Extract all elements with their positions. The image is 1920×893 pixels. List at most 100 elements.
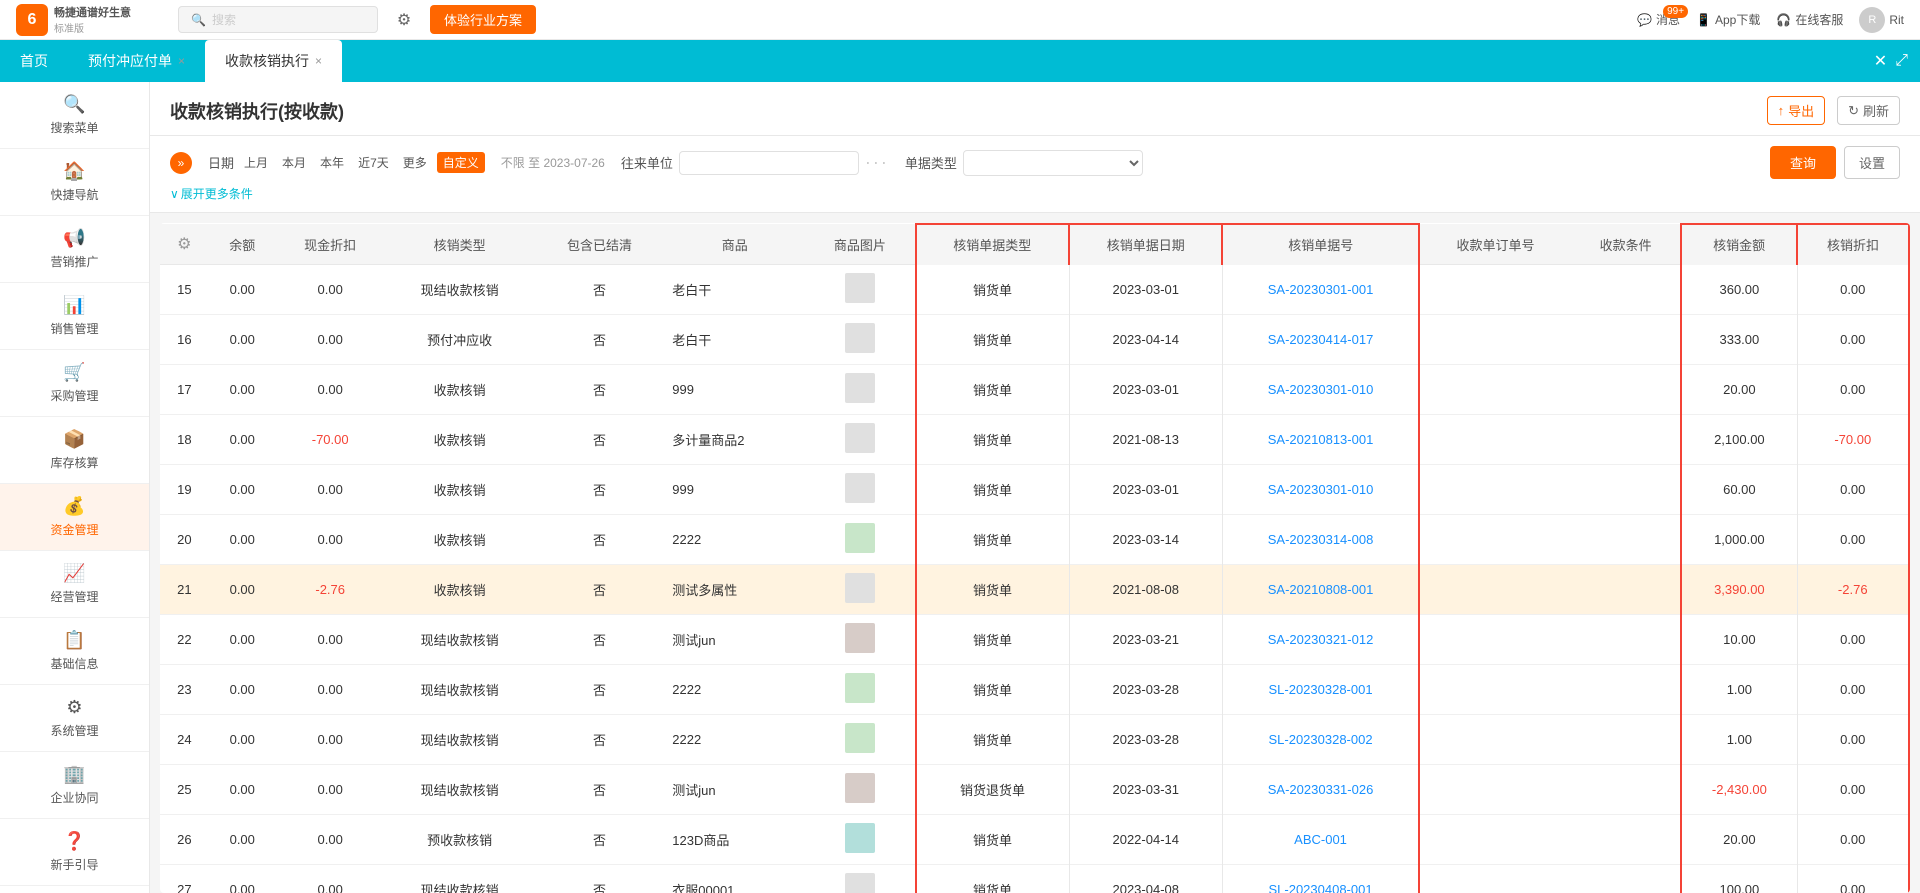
cell-bill-no[interactable]: SL-20230328-001 [1222, 665, 1419, 715]
sidebar-label-guide: 新手引导 [50, 856, 98, 873]
partner-label: 往来单位 [621, 153, 673, 172]
tab-prepay-close[interactable]: × [178, 54, 185, 68]
cell-bill-type: 销货单 [916, 515, 1069, 565]
cell-bill-no[interactable]: SA-20230301-010 [1222, 365, 1419, 415]
cell-bill-no[interactable]: SA-20230301-010 [1222, 465, 1419, 515]
sidebar-item-quick-nav[interactable]: 🏠 快捷导航 [0, 149, 149, 216]
sidebar-item-operations[interactable]: 📈 经营管理 [0, 551, 149, 618]
solution-button[interactable]: 体验行业方案 [430, 5, 536, 34]
th-settings[interactable]: ⚙ [160, 224, 209, 265]
cell-bill-date: 2023-03-28 [1069, 665, 1222, 715]
sidebar-item-purchase[interactable]: 🛒 采购管理 [0, 350, 149, 417]
cell-id: 15 [160, 265, 209, 315]
date-opt-7days[interactable]: 近7天 [354, 152, 393, 173]
tab-writeoff-close[interactable]: × [315, 54, 322, 68]
cell-condition [1571, 565, 1681, 615]
gear-button[interactable]: ⚙ [390, 6, 418, 34]
cell-order-no [1419, 515, 1571, 565]
filter-partner: 往来单位 ··· [621, 151, 889, 175]
app-download-button[interactable]: 📱 App下载 [1696, 11, 1760, 28]
date-opt-this-month[interactable]: 本月 [278, 152, 310, 173]
cell-settled: 否 [535, 615, 664, 665]
cell-condition [1571, 865, 1681, 893]
sidebar-item-corp[interactable]: 🏢 企业协同 [0, 752, 149, 819]
cell-type: 收款核销 [385, 365, 535, 415]
cell-bill-no[interactable]: SA-20230301-001 [1222, 265, 1419, 315]
sidebar-item-smart-hw[interactable]: 💻 智能硬件 [0, 886, 149, 893]
cell-id: 25 [160, 765, 209, 815]
cell-bill-no[interactable]: SA-20230414-017 [1222, 315, 1419, 365]
cell-discount: 0.00 [276, 615, 385, 665]
cell-bill-no[interactable]: SA-20230321-012 [1222, 615, 1419, 665]
partner-dots[interactable]: ··· [865, 152, 889, 173]
cell-order-no [1419, 715, 1571, 765]
search-icon: 🔍 [191, 13, 206, 27]
cell-writeoff-discount: 0.00 [1797, 365, 1909, 415]
home-icon: 🏠 [63, 161, 85, 182]
refresh-button[interactable]: ↻ 刷新 [1837, 96, 1900, 125]
partner-input[interactable] [679, 151, 859, 175]
logo-text: 畅捷通谱好生意 标准版 [54, 4, 131, 35]
cell-bill-no[interactable]: SA-20210813-001 [1222, 415, 1419, 465]
close-window-icon[interactable]: ✕ [1874, 51, 1887, 71]
sidebar-item-inventory[interactable]: 📦 库存核算 [0, 417, 149, 484]
sidebar-item-marketing[interactable]: 📢 营销推广 [0, 216, 149, 283]
table-body: 15 0.00 0.00 现结收款核销 否 老白干 销货单 2023-03-01… [160, 265, 1909, 893]
bill-type-select[interactable] [963, 150, 1143, 176]
cell-id: 24 [160, 715, 209, 765]
sidebar-item-basic-info[interactable]: 📋 基础信息 [0, 618, 149, 685]
date-opt-last-month[interactable]: 上月 [240, 152, 272, 173]
cell-order-no [1419, 465, 1571, 515]
cell-bill-no[interactable]: SL-20230408-001 [1222, 865, 1419, 893]
cell-product-img [805, 615, 915, 665]
cell-amount: 1.00 [1681, 715, 1797, 765]
cell-id: 18 [160, 415, 209, 465]
cell-id: 21 [160, 565, 209, 615]
cell-writeoff-discount: 0.00 [1797, 715, 1909, 765]
maximize-icon[interactable]: ⤢ [1895, 52, 1908, 70]
date-opt-more[interactable]: 更多 [399, 152, 431, 173]
cell-balance: 0.00 [209, 665, 276, 715]
cell-bill-no[interactable]: SL-20230328-002 [1222, 715, 1419, 765]
settings-button[interactable]: 设置 [1844, 146, 1900, 179]
cell-writeoff-discount: -70.00 [1797, 415, 1909, 465]
user-menu[interactable]: R Rit [1859, 7, 1904, 33]
table-row: 24 0.00 0.00 现结收款核销 否 2222 销货单 2023-03-2… [160, 715, 1909, 765]
tab-prepay[interactable]: 预付冲应付单 × [68, 40, 205, 82]
tab-writeoff[interactable]: 收款核销执行 × [205, 40, 342, 82]
cell-writeoff-discount: 0.00 [1797, 465, 1909, 515]
sidebar-item-search[interactable]: 🔍 搜索菜单 [0, 82, 149, 149]
cell-bill-no[interactable]: ABC-001 [1222, 815, 1419, 865]
sidebar-item-sales[interactable]: 📊 销售管理 [0, 283, 149, 350]
app-download-label: App下载 [1715, 11, 1760, 28]
tab-home[interactable]: 首页 [0, 40, 68, 82]
logo-sub: 标准版 [54, 20, 131, 35]
cell-product: 测试多属性 [664, 565, 805, 615]
cell-bill-type: 销货单 [916, 865, 1069, 893]
cell-bill-no[interactable]: SA-20210808-001 [1222, 565, 1419, 615]
query-button[interactable]: 查询 [1770, 146, 1836, 179]
date-opt-custom[interactable]: 自定义 [437, 152, 485, 173]
date-opt-this-year[interactable]: 本年 [316, 152, 348, 173]
sidebar-item-system[interactable]: ⚙ 系统管理 [0, 685, 149, 752]
cell-amount: 2,100.00 [1681, 415, 1797, 465]
sidebar-item-finance[interactable]: 💰 资金管理 [0, 484, 149, 551]
cell-product: 999 [664, 465, 805, 515]
top-search-box[interactable]: 🔍 搜索 [178, 6, 378, 33]
filter-bar: » 日期 上月 本月 本年 近7天 更多 自定义 不限 至 2023-07-26 [150, 136, 1920, 213]
cell-type: 现结收款核销 [385, 715, 535, 765]
cell-product-img [805, 665, 915, 715]
cell-bill-no[interactable]: SA-20230314-008 [1222, 515, 1419, 565]
cell-product: 老白干 [664, 265, 805, 315]
export-button[interactable]: ↑ 导出 [1767, 96, 1826, 125]
cell-discount: 0.00 [276, 465, 385, 515]
cell-balance: 0.00 [209, 315, 276, 365]
expand-more-button[interactable]: ∨ 展开更多条件 [170, 185, 1900, 202]
sidebar-item-guide[interactable]: ❓ 新手引导 [0, 819, 149, 886]
cell-bill-no[interactable]: SA-20230331-026 [1222, 765, 1419, 815]
filter-collapse-button[interactable]: » [170, 152, 192, 174]
cell-product-img [805, 415, 915, 465]
messages-button[interactable]: 💬 消息 99+ [1637, 11, 1680, 28]
export-label: 导出 [1788, 101, 1814, 120]
online-service-button[interactable]: 🎧 在线客服 [1776, 11, 1843, 28]
